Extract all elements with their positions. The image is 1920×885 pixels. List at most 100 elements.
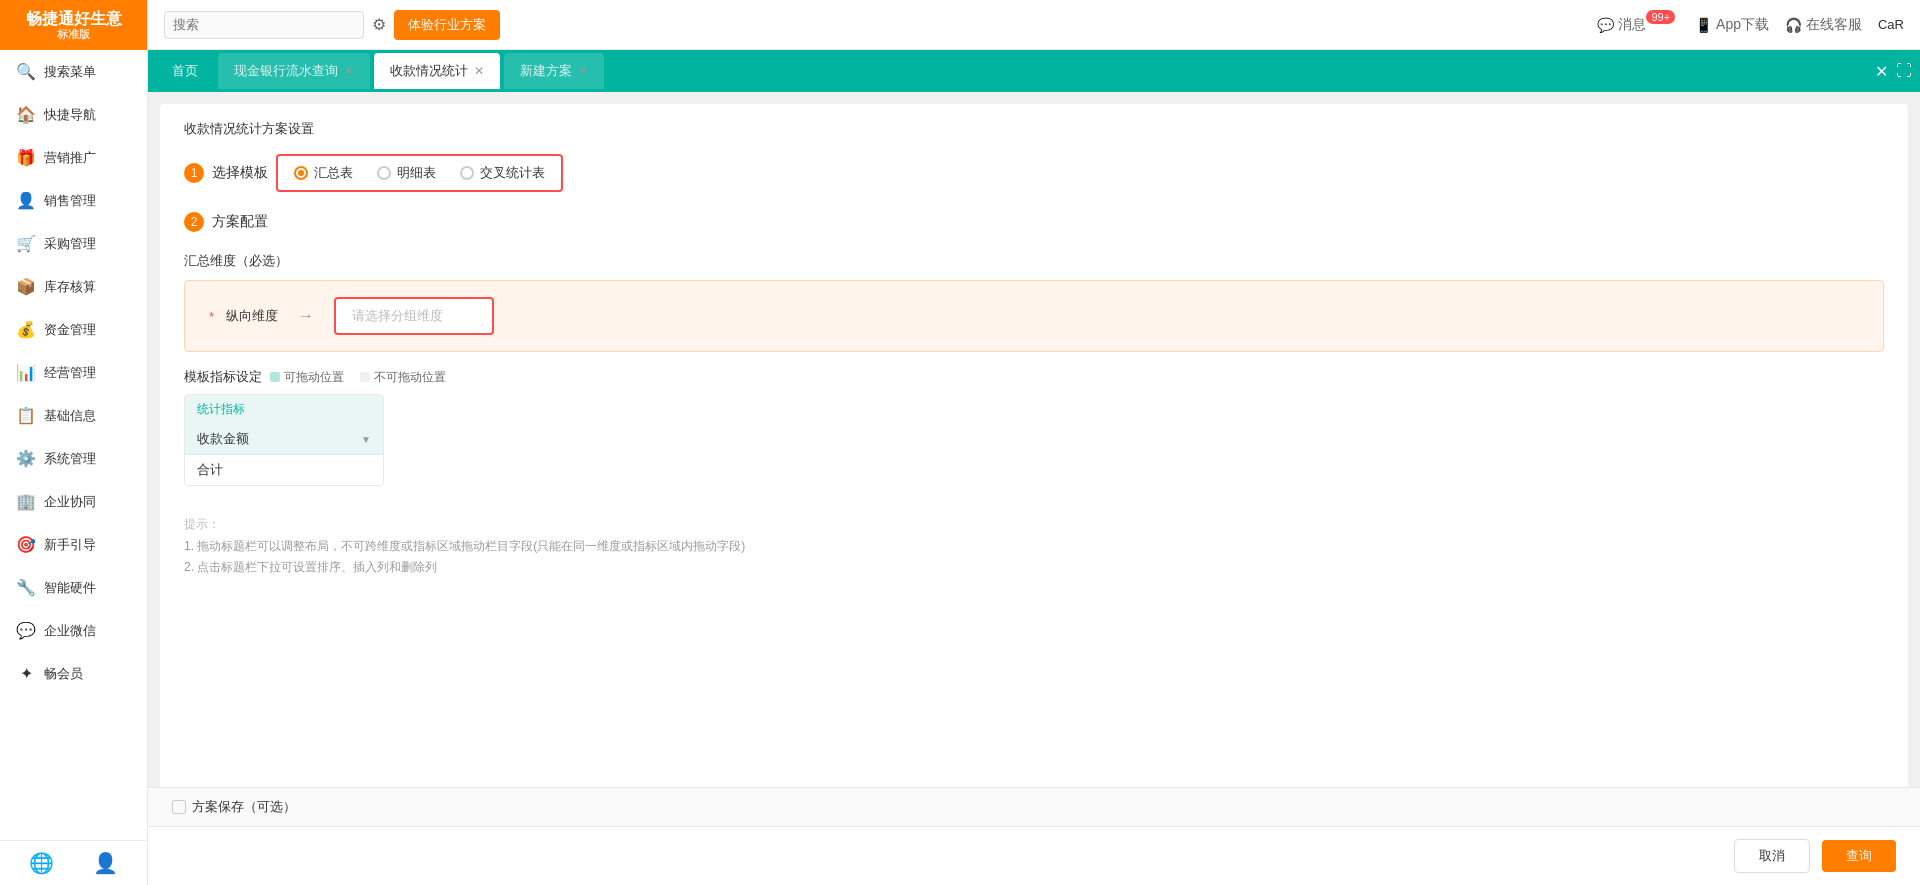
step1-label: 选择模板 — [212, 164, 268, 182]
sidebar-label-nav: 快捷导航 — [44, 106, 96, 124]
sidebar-label-member: 畅会员 — [44, 665, 83, 683]
sidebar-bottom-icon1[interactable]: 🌐 — [29, 851, 54, 875]
tab-bank-flow-close[interactable]: ✕ — [344, 64, 354, 78]
stats-sub-total: 合计 — [185, 455, 383, 485]
tab-home-label: 首页 — [172, 62, 198, 80]
tab-bar-controls: ✕ ⛶ — [1875, 62, 1912, 81]
sidebar-label-finance: 资金管理 — [44, 321, 96, 339]
sidebar-bottom-icon2[interactable]: 👤 — [93, 851, 118, 875]
radio-dot-cross — [460, 166, 474, 180]
tip-item-2: 2. 点击标题栏下拉可设置排序、插入列和删除列 — [184, 557, 1884, 579]
close-window-btn[interactable]: ✕ — [1875, 62, 1888, 81]
cancel-button[interactable]: 取消 — [1734, 839, 1810, 873]
sidebar-bottom: 🌐 👤 — [0, 840, 147, 885]
settings-button[interactable]: ⚙ — [372, 15, 386, 34]
sidebar-item-marketing[interactable]: 🎁 营销推广 — [0, 136, 147, 179]
legend-drag-label: 可拖动位置 — [284, 369, 344, 386]
content-area: 收款情况统计方案设置 1 选择模板 汇总表 明细表 — [148, 92, 1920, 787]
header-left: ⚙ 体验行业方案 — [164, 10, 500, 40]
radio-dot-summary — [294, 166, 308, 180]
target-icon: 🎯 — [16, 535, 36, 554]
sidebar-label-wechat: 企业微信 — [44, 622, 96, 640]
message-icon-area[interactable]: 💬 消息 99+ — [1597, 16, 1679, 34]
footer-save-bar: 方案保存（可选） — [148, 787, 1920, 826]
sidebar-label-purchase: 采购管理 — [44, 235, 96, 253]
stats-table-header: 统计指标 — [185, 395, 383, 424]
tab-bar: 首页 现金银行流水查询 ✕ 收款情况统计 ✕ 新建方案 ✕ ✕ ⛶ — [148, 50, 1920, 92]
sidebar-label-operation: 经营管理 — [44, 364, 96, 382]
person-icon: 👤 — [16, 191, 36, 210]
draggable-dot — [270, 372, 280, 382]
template-radio-group: 汇总表 明细表 交叉统计表 — [276, 154, 563, 192]
app-logo[interactable]: 畅捷通好生意 标准版 — [0, 0, 147, 50]
download-label: App下载 — [1716, 16, 1769, 34]
sidebar-item-search-menu[interactable]: 🔍 搜索菜单 — [0, 50, 147, 93]
search-input[interactable] — [164, 11, 364, 39]
sidebar-label-guide: 新手引导 — [44, 536, 96, 554]
message-label: 消息 — [1618, 16, 1646, 34]
save-checkbox-label[interactable]: 方案保存（可选） — [172, 798, 296, 816]
support-label: 在线客服 — [1806, 16, 1862, 34]
sidebar-item-quick-nav[interactable]: 🏠 快捷导航 — [0, 93, 147, 136]
tab-receipt-stats-label: 收款情况统计 — [390, 62, 468, 80]
sidebar-label-marketing: 营销推广 — [44, 149, 96, 167]
message-badge: 99+ — [1646, 10, 1675, 24]
sidebar-item-sales[interactable]: 👤 销售管理 — [0, 179, 147, 222]
tab-home[interactable]: 首页 — [156, 53, 214, 89]
gear-icon: ⚙️ — [16, 449, 36, 468]
sidebar-item-basic[interactable]: 📋 基础信息 — [0, 394, 147, 437]
step2-section: 2 方案配置 汇总维度（必选） * 纵向维度 → 请选择分组维度 — [184, 212, 1884, 579]
bottom-action-bar: 取消 查询 — [148, 826, 1920, 885]
stats-cell-amount[interactable]: 收款金额 ▼ — [185, 424, 383, 455]
sidebar-label-system: 系统管理 — [44, 450, 96, 468]
save-label-text: 方案保存（可选） — [192, 798, 296, 816]
industry-plan-button[interactable]: 体验行业方案 — [394, 10, 500, 40]
arrow-icon: → — [298, 307, 314, 325]
legend-nodrag-item: 不可拖动位置 — [360, 369, 446, 386]
top-header: ⚙ 体验行业方案 💬 消息 99+ 📱 App下载 🎧 在线客服 CaR — [148, 0, 1920, 50]
nodrag-dot — [360, 372, 370, 382]
maximize-btn[interactable]: ⛶ — [1896, 62, 1912, 81]
radio-summary[interactable]: 汇总表 — [294, 164, 353, 182]
tips-title: 提示： — [184, 517, 220, 531]
radio-cross[interactable]: 交叉统计表 — [460, 164, 545, 182]
sidebar-item-system[interactable]: ⚙️ 系统管理 — [0, 437, 147, 480]
radio-detail[interactable]: 明细表 — [377, 164, 436, 182]
app-name: 畅捷通好生意 — [26, 9, 122, 28]
legend-draggable: 可拖动位置 — [270, 369, 344, 386]
sidebar-label-search: 搜索菜单 — [44, 63, 96, 81]
chevron-down-icon[interactable]: ▼ — [361, 434, 371, 445]
sidebar-item-purchase[interactable]: 🛒 采购管理 — [0, 222, 147, 265]
download-area[interactable]: 📱 App下载 — [1695, 16, 1769, 34]
support-area[interactable]: 🎧 在线客服 — [1785, 16, 1862, 34]
tip-item-1: 1. 拖动标题栏可以调整布局，不可跨维度或指标区域拖动栏目字段(只能在同一维度或… — [184, 536, 1884, 558]
gift-icon: 🎁 — [16, 148, 36, 167]
step2-num: 2 — [184, 212, 204, 232]
tab-receipt-stats[interactable]: 收款情况统计 ✕ — [374, 53, 500, 89]
query-button[interactable]: 查询 — [1822, 840, 1896, 872]
step1-section: 1 选择模板 汇总表 明细表 交叉统计表 — [184, 154, 1884, 192]
dimension-area: * 纵向维度 → 请选择分组维度 — [184, 280, 1884, 352]
tab-new-plan[interactable]: 新建方案 ✕ — [504, 53, 604, 89]
tab-receipt-stats-close[interactable]: ✕ — [474, 64, 484, 78]
user-name[interactable]: CaR — [1878, 17, 1904, 32]
sidebar-item-member[interactable]: ✦ 畅会员 — [0, 652, 147, 695]
clipboard-icon: 📋 — [16, 406, 36, 425]
box-icon: 📦 — [16, 277, 36, 296]
tab-bank-flow[interactable]: 现金银行流水查询 ✕ — [218, 53, 370, 89]
tips-section: 提示： 1. 拖动标题栏可以调整布局，不可跨维度或指标区域拖动栏目字段(只能在同… — [184, 514, 1884, 579]
main-area: ⚙ 体验行业方案 💬 消息 99+ 📱 App下载 🎧 在线客服 CaR 首页 … — [148, 0, 1920, 885]
sidebar-item-wechat[interactable]: 💬 企业微信 — [0, 609, 147, 652]
vertical-dim-label: 纵向维度 — [226, 307, 278, 325]
dimension-selector[interactable]: 请选择分组维度 — [334, 297, 494, 335]
sidebar-item-operation[interactable]: 📊 经营管理 — [0, 351, 147, 394]
sidebar-item-guide[interactable]: 🎯 新手引导 — [0, 523, 147, 566]
sidebar-item-enterprise[interactable]: 🏢 企业协同 — [0, 480, 147, 523]
tab-new-plan-close[interactable]: ✕ — [578, 64, 588, 78]
member-icon: ✦ — [16, 664, 36, 683]
save-checkbox[interactable] — [172, 800, 186, 814]
sidebar-item-finance[interactable]: 💰 资金管理 — [0, 308, 147, 351]
sidebar-label-sales: 销售管理 — [44, 192, 96, 210]
sidebar-item-inventory[interactable]: 📦 库存核算 — [0, 265, 147, 308]
sidebar-item-hardware[interactable]: 🔧 智能硬件 — [0, 566, 147, 609]
